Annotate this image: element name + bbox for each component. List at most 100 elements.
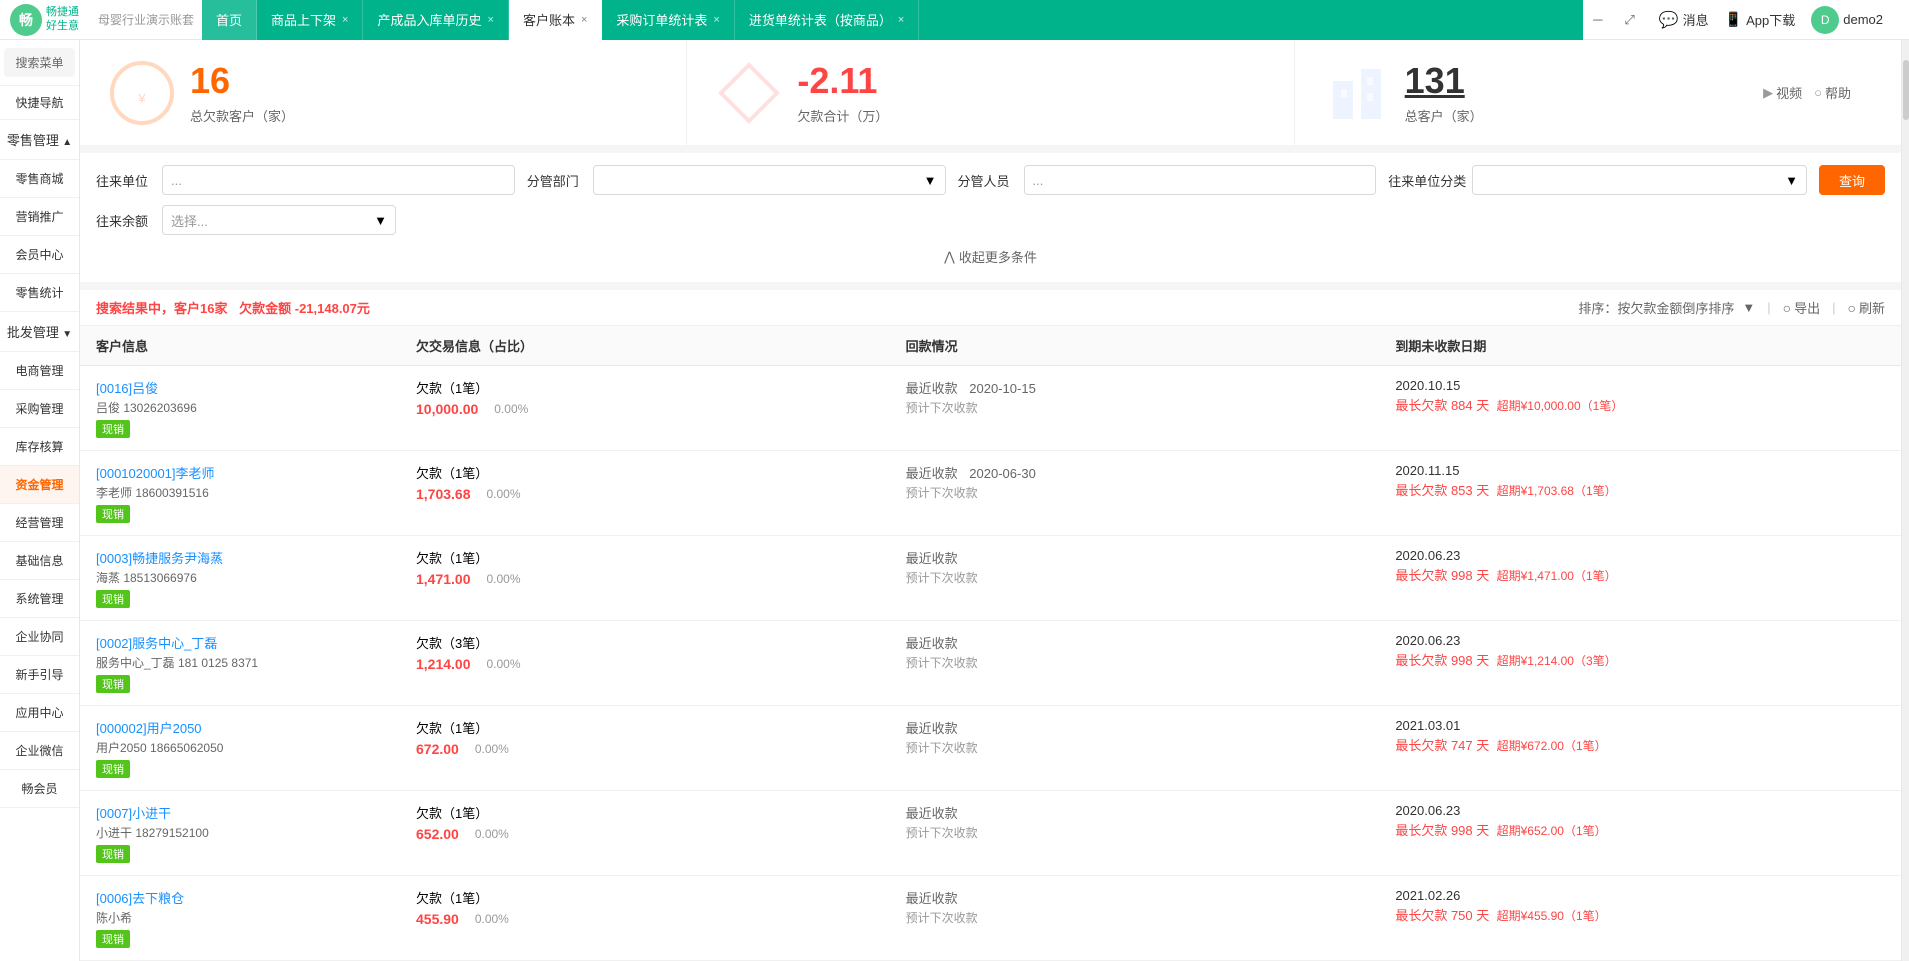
tab-home[interactable]: 首页 xyxy=(202,0,257,40)
top-right: 💬 消息 📱 App下载 D demo2 xyxy=(1643,6,1899,34)
payment-info-2: 最近收款 预计下次收款 xyxy=(906,548,1396,586)
source-unit-input[interactable]: ... xyxy=(162,165,515,195)
due-date-5: 2020.06.23 最长欠款 998 天 超期¥652.00（1笔） xyxy=(1395,803,1885,839)
close-icon[interactable]: × xyxy=(898,14,904,26)
sidebar-item-wechat[interactable]: 企业微信 xyxy=(0,732,79,770)
stat-debt-customers-text: 16 总欠款客户（家） xyxy=(190,60,294,125)
sidebar-item-capital[interactable]: 资金管理 xyxy=(0,466,79,504)
tab-product-history[interactable]: 产成品入库单历史 × xyxy=(363,0,508,40)
debt-amount-2[interactable]: 1,471.00 xyxy=(416,571,471,587)
sidebar-item-member2[interactable]: 畅会员 xyxy=(0,770,79,808)
overdue-link-3[interactable]: 超期¥1,214.00（3笔） xyxy=(1497,654,1617,668)
video-btn[interactable]: ▶ 视频 xyxy=(1763,83,1802,102)
chevron-down-icon: ▼ xyxy=(1742,300,1755,315)
sidebar-item-system[interactable]: 系统管理 xyxy=(0,580,79,618)
app-download-btn[interactable]: 📱 App下载 xyxy=(1725,10,1796,29)
unit-class-select[interactable]: ▼ xyxy=(1472,165,1807,195)
debt-amount-0[interactable]: 10,000.00 xyxy=(416,401,478,417)
filter-person: 分管人员 ... xyxy=(958,165,1377,195)
tab-product-updown[interactable]: 商品上下架 × xyxy=(257,0,363,40)
customer-tag-1: 现销 xyxy=(96,505,130,523)
tab-customer-account[interactable]: 客户账本 × xyxy=(509,0,602,40)
overdue-link-0[interactable]: 超期¥10,000.00（1笔） xyxy=(1497,399,1624,413)
customer-phone-3: 服务中心_丁磊 181 0125 8371 xyxy=(96,654,416,671)
due-date-2: 2020.06.23 最长欠款 998 天 超期¥1,471.00（1笔） xyxy=(1395,548,1885,584)
maximize-icon[interactable]: ⤢ xyxy=(1616,8,1642,32)
sidebar-item-purchase[interactable]: 采购管理 xyxy=(0,390,79,428)
balance-select[interactable]: 选择... ▼ xyxy=(162,205,396,235)
customer-name-2[interactable]: [0003]畅捷服务尹海蒸 xyxy=(96,548,416,567)
sidebar-item-retail-mall[interactable]: 零售商城 xyxy=(0,160,79,198)
sidebar-item-inventory[interactable]: 库存核算 xyxy=(0,428,79,466)
export-btn[interactable]: ○ 导出 xyxy=(1783,298,1820,317)
minimize-icon[interactable]: － xyxy=(1583,6,1612,33)
customer-name-0[interactable]: [0016]吕俊 xyxy=(96,378,416,397)
sidebar-item-basic-info[interactable]: 基础信息 xyxy=(0,542,79,580)
overdue-link-2[interactable]: 超期¥1,471.00（1笔） xyxy=(1497,569,1617,583)
tab-purchase-summary[interactable]: 采购订单统计表 × xyxy=(602,0,734,40)
sidebar-item-operations[interactable]: 经营管理 xyxy=(0,504,79,542)
dept-label: 分管部门 xyxy=(527,171,587,190)
tab-purchase-product[interactable]: 进货单统计表（按商品） × xyxy=(735,0,919,40)
debt-amount-4[interactable]: 672.00 xyxy=(416,741,459,757)
results-info: 搜索结果中，客户16家 欠款金额 -21,148.07元 xyxy=(96,298,370,317)
chevron-down-icon: ▼ xyxy=(374,213,387,228)
user-menu[interactable]: D demo2 xyxy=(1811,6,1883,34)
sidebar-item-ecommerce[interactable]: 电商管理 xyxy=(0,352,79,390)
customer-name-3[interactable]: [0002]服务中心_丁磊 xyxy=(96,633,416,652)
close-icon[interactable]: × xyxy=(488,14,494,26)
top-bar: 畅 畅捷通好生意 母婴行业演示账套 首页 商品上下架 × 产成品入库单历史 × … xyxy=(0,0,1909,40)
scrollbar-thumb[interactable] xyxy=(1903,60,1909,120)
dept-select[interactable]: ▼ xyxy=(593,165,946,195)
stat-total-customers-text: 131 总客户（家） xyxy=(1405,60,1483,125)
overdue-link-6[interactable]: 超期¥455.90（1笔） xyxy=(1497,909,1607,923)
sidebar-item-wholesale-mgmt[interactable]: 批发管理 ▼ xyxy=(0,312,79,352)
close-icon[interactable]: × xyxy=(342,14,348,26)
table-row: [0007]小进干 小进干 18279152100 现销 欠款（1笔） 652.… xyxy=(80,791,1901,876)
overdue-link-1[interactable]: 超期¥1,703.68（1笔） xyxy=(1497,484,1617,498)
stats-row: ¥ 16 总欠款客户（家） -2.11 欠款合计（万） xyxy=(80,40,1901,145)
debt-ratio-0: 0.00% xyxy=(494,402,528,416)
debt-amount-5[interactable]: 652.00 xyxy=(416,826,459,842)
debt-amount-3[interactable]: 1,214.00 xyxy=(416,656,471,672)
debt-amount-1[interactable]: 1,703.68 xyxy=(416,486,471,502)
customer-name-1[interactable]: [0001020001]李老师 xyxy=(96,463,416,482)
search-button[interactable]: 查询 xyxy=(1819,165,1885,195)
sidebar-item-app-center[interactable]: 应用中心 xyxy=(0,694,79,732)
due-date-1: 2020.11.15 最长欠款 853 天 超期¥1,703.68（1笔） xyxy=(1395,463,1885,499)
debt-label-3: 欠款（3笔） xyxy=(416,636,488,651)
debt-amount-6[interactable]: 455.90 xyxy=(416,911,459,927)
search-menu-btn[interactable]: 搜索菜单 xyxy=(4,48,75,77)
help-btn[interactable]: ○ 帮助 xyxy=(1814,83,1851,102)
sidebar-item-retail-mgmt[interactable]: 零售管理 ▲ xyxy=(0,120,79,160)
message-btn[interactable]: 💬 消息 xyxy=(1659,10,1709,30)
person-input[interactable]: ... xyxy=(1024,165,1377,195)
customer-info-3: [0002]服务中心_丁磊 服务中心_丁磊 181 0125 8371 现销 xyxy=(96,633,416,693)
customer-name-4[interactable]: [000002]用户2050 xyxy=(96,718,416,737)
debt-info-6: 欠款（1笔） 455.90 0.00% xyxy=(416,888,906,927)
customer-info-5: [0007]小进干 小进干 18279152100 现销 xyxy=(96,803,416,863)
customer-name-6[interactable]: [0006]去下粮仓 xyxy=(96,888,416,907)
help-icon: ○ xyxy=(1814,85,1822,100)
collapse-button[interactable]: ⋀ 收起更多条件 xyxy=(96,243,1885,270)
sidebar-item-newbie[interactable]: 新手引导 xyxy=(0,656,79,694)
sort-select[interactable]: 排序：按欠款金额倒序排序 ▼ xyxy=(1578,298,1755,317)
customer-tag-0: 现销 xyxy=(96,420,130,438)
refresh-btn[interactable]: ○ 刷新 xyxy=(1848,298,1885,317)
sidebar-item-member[interactable]: 会员中心 xyxy=(0,236,79,274)
close-icon[interactable]: × xyxy=(581,14,587,26)
overdue-link-5[interactable]: 超期¥652.00（1笔） xyxy=(1497,824,1607,838)
close-icon[interactable]: × xyxy=(713,14,719,26)
logo-icon: 畅 xyxy=(10,4,42,36)
sidebar-item-marketing[interactable]: 营销推广 xyxy=(0,198,79,236)
export-icon: ○ xyxy=(1783,300,1791,316)
sidebar-item-quick-nav[interactable]: 快捷导航 xyxy=(0,86,79,120)
chevron-up-icon: ⋀ xyxy=(944,249,955,265)
overdue-link-4[interactable]: 超期¥672.00（1笔） xyxy=(1497,739,1607,753)
customer-name-5[interactable]: [0007]小进干 xyxy=(96,803,416,822)
balance-label: 往来余额 xyxy=(96,211,156,230)
stat-debt-amount: -2.11 欠款合计（万） xyxy=(687,40,1294,145)
sidebar-item-enterprise[interactable]: 企业协同 xyxy=(0,618,79,656)
sidebar-item-retail-stats[interactable]: 零售统计 xyxy=(0,274,79,312)
scrollbar[interactable] xyxy=(1901,40,1909,961)
